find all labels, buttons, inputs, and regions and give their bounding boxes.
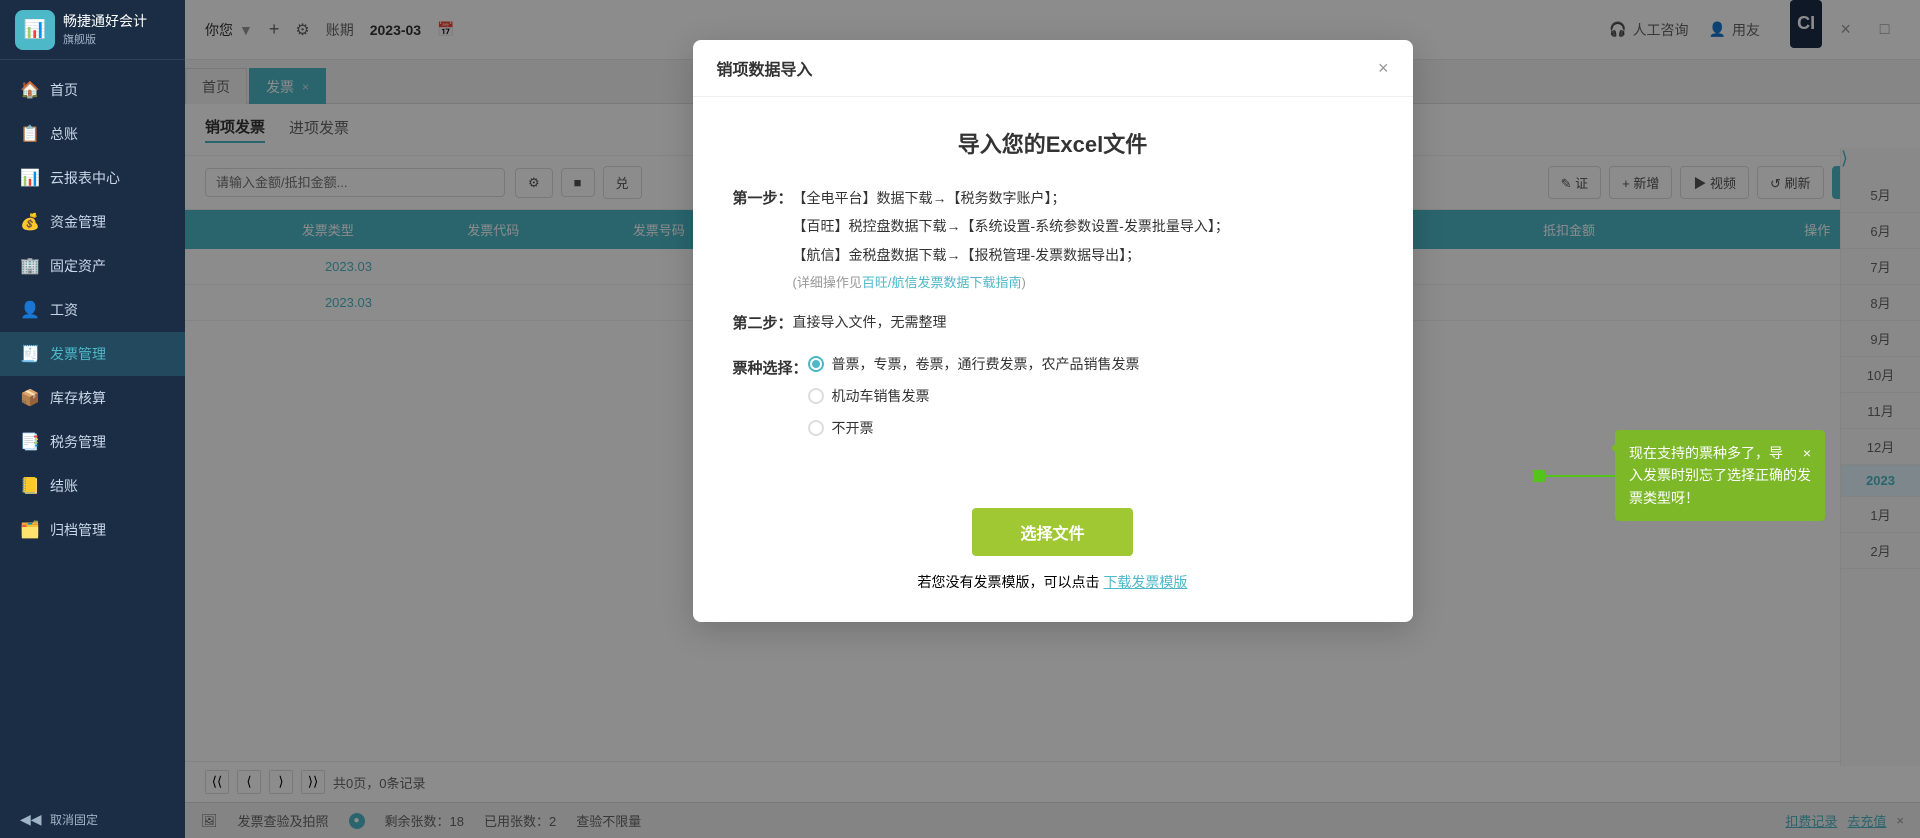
step-1-line-1: 【全电平台】数据下载→【税务数字账户】；	[793, 187, 1229, 209]
step-1-content: 【全电平台】数据下载→【税务数字账户】； 【百旺】税控盘数据下载→【系统设置-系…	[793, 187, 1229, 291]
reports-icon: 📊	[20, 168, 40, 188]
radio-label-3: 不开票	[832, 418, 874, 438]
dialog-close-button[interactable]: ×	[1378, 58, 1389, 79]
step-1-row: 第一步： 【全电平台】数据下载→【税务数字账户】； 【百旺】税控盘数据下载→【系…	[733, 187, 1373, 291]
app-edition: 旗舰版	[63, 31, 147, 47]
app-name: 畅捷通好会计	[63, 12, 147, 30]
sidebar-item-invoice-label: 发票管理	[50, 344, 106, 364]
step-1-line-3: 【航信】金税盘数据下载→【报税管理-发票数据导出】；	[793, 244, 1229, 266]
tax-icon: 📑	[20, 432, 40, 452]
archive-icon: 🗂️	[20, 520, 40, 540]
download-template-link[interactable]: 下载发票模版	[1103, 574, 1187, 590]
sidebar-item-tax-label: 税务管理	[50, 432, 106, 452]
dialog-main-title: 导入您的Excel文件	[733, 127, 1373, 159]
salary-icon: 👤	[20, 300, 40, 320]
guide-link[interactable]: 百旺/航信发票数据下载指南	[862, 275, 1022, 290]
sidebar-item-home[interactable]: 🏠 首页	[0, 68, 185, 112]
sidebar-nav: 🏠 首页 📋 总账 📊 云报表中心 💰 资金管理 🏢 固定资产 👤 工资	[0, 60, 185, 801]
main-area: 你您 ▼ + ⚙ 账期 2023-03 📅 🎧 人工咨询 👤 用友	[185, 0, 1920, 838]
step-2-section: 第二步： 直接导入文件，无需整理	[733, 311, 1373, 333]
radio-circle-1[interactable]	[808, 356, 824, 372]
sidebar-item-invoice[interactable]: 🧾 发票管理	[0, 332, 185, 376]
step-1-section: 第一步： 【全电平台】数据下载→【税务数字账户】； 【百旺】税控盘数据下载→【系…	[733, 187, 1373, 291]
assets-icon: 🏢	[20, 256, 40, 276]
step-2-content: 直接导入文件，无需整理	[793, 311, 947, 333]
ledger-icon: 📋	[20, 124, 40, 144]
sidebar-item-inventory-label: 库存核算	[50, 388, 106, 408]
tooltip-box: × 现在支持的票种多了，导入发票时别忘了选择正确的发票类型呀！	[1615, 430, 1825, 521]
sidebar-item-inventory[interactable]: 📦 库存核算	[0, 376, 185, 420]
sidebar-item-closing[interactable]: 📒 结账	[0, 464, 185, 508]
sidebar-item-reports[interactable]: 📊 云报表中心	[0, 156, 185, 200]
radio-group: 普票，专票，卷票，通行费发票，农产品销售发票 机动车销售发票 不开票	[808, 354, 1140, 438]
step-2-label: 第二步：	[733, 312, 793, 333]
sidebar-item-assets[interactable]: 🏢 固定资产	[0, 244, 185, 288]
sidebar-item-reports-label: 云报表中心	[50, 168, 120, 188]
step-1-label: 第一步：	[733, 187, 793, 291]
tooltip-container: × 现在支持的票种多了，导入发票时别忘了选择正确的发票类型呀！	[1533, 430, 1825, 521]
dialog-header: 销项数据导入 ×	[693, 40, 1413, 97]
sidebar-item-finance[interactable]: 💰 资金管理	[0, 200, 185, 244]
radio-item-2[interactable]: 机动车销售发票	[808, 386, 1140, 406]
invoice-icon: 🧾	[20, 344, 40, 364]
sidebar-item-salary[interactable]: 👤 工资	[0, 288, 185, 332]
dialog-title: 销项数据导入	[717, 56, 813, 80]
radio-label-2: 机动车销售发票	[832, 386, 930, 406]
dialog-body: 导入您的Excel文件 第一步： 【全电平台】数据下载→【税务数字账户】； 【百…	[693, 97, 1413, 488]
sidebar-item-finance-label: 资金管理	[50, 212, 106, 232]
radio-item-1[interactable]: 普票，专票，卷票，通行费发票，农产品销售发票	[808, 354, 1140, 374]
step-1-line-2: 【百旺】税控盘数据下载→【系统设置-系统参数设置-发票批量导入】；	[793, 215, 1229, 237]
step-2-row: 第二步： 直接导入文件，无需整理	[733, 311, 1373, 333]
radio-item-3[interactable]: 不开票	[808, 418, 1140, 438]
ticket-select-label: 票种选择：	[733, 357, 808, 378]
step-1-link: (详细操作见百旺/航信发票数据下载指南)	[793, 272, 1229, 291]
radio-circle-2[interactable]	[808, 388, 824, 404]
sidebar-item-archive-label: 归档管理	[50, 520, 106, 540]
radio-label-1: 普票，专票，卷票，通行费发票，农产品销售发票	[832, 354, 1140, 374]
tooltip-dot	[1533, 470, 1545, 482]
sidebar-item-archive[interactable]: 🗂️ 归档管理	[0, 508, 185, 552]
ticket-select-row: 票种选择： 普票，专票，卷票，通行费发票，农产品销售发票 机动车销售发票	[733, 354, 1373, 438]
sidebar-item-general-ledger[interactable]: 📋 总账	[0, 112, 185, 156]
tooltip-line	[1545, 475, 1615, 477]
home-icon: 🏠	[20, 80, 40, 100]
sidebar-item-ledger-label: 总账	[50, 124, 78, 144]
select-file-button[interactable]: 选择文件	[972, 508, 1132, 556]
sidebar: 📊 畅捷通好会计 旗舰版 🏠 首页 📋 总账 📊 云报表中心 💰 资金管理	[0, 0, 185, 838]
import-dialog: 销项数据导入 × 导入您的Excel文件 第一步： 【全电平台】数据下载→【税务…	[693, 40, 1413, 622]
logo-text-block: 畅捷通好会计 旗舰版	[63, 12, 147, 46]
app-logo: 📊 畅捷通好会计 旗舰版	[0, 0, 185, 60]
sidebar-item-closing-label: 结账	[50, 476, 78, 496]
radio-circle-3[interactable]	[808, 420, 824, 436]
closing-icon: 📒	[20, 476, 40, 496]
inventory-icon: 📦	[20, 388, 40, 408]
tooltip-close-button[interactable]: ×	[1803, 442, 1811, 464]
finance-icon: 💰	[20, 212, 40, 232]
tooltip-arrow	[1607, 444, 1615, 452]
sidebar-item-salary-label: 工资	[50, 300, 78, 320]
dialog-overlay: 销项数据导入 × 导入您的Excel文件 第一步： 【全电平台】数据下载→【税务…	[185, 0, 1920, 838]
sidebar-unpin[interactable]: ◀◀ 取消固定	[0, 801, 185, 838]
tooltip-text: 现在支持的票种多了，导入发票时别忘了选择正确的发票类型呀！	[1629, 445, 1811, 506]
ticket-select-section: 票种选择： 普票，专票，卷票，通行费发票，农产品销售发票 机动车销售发票	[733, 354, 1373, 438]
download-hint-area: 若您没有发票模版，可以点击 下载发票模版	[918, 572, 1188, 592]
sidebar-item-assets-label: 固定资产	[50, 256, 106, 276]
pin-icon: ◀◀	[20, 811, 40, 828]
sidebar-unpin-label: 取消固定	[50, 811, 98, 828]
sidebar-item-home-label: 首页	[50, 80, 78, 100]
download-hint-text: 若您没有发票模版，可以点击	[918, 574, 1100, 590]
logo-icon: 📊	[15, 10, 55, 50]
dialog-footer: 选择文件 若您没有发票模版，可以点击 下载发票模版	[693, 488, 1413, 622]
sidebar-item-tax[interactable]: 📑 税务管理	[0, 420, 185, 464]
